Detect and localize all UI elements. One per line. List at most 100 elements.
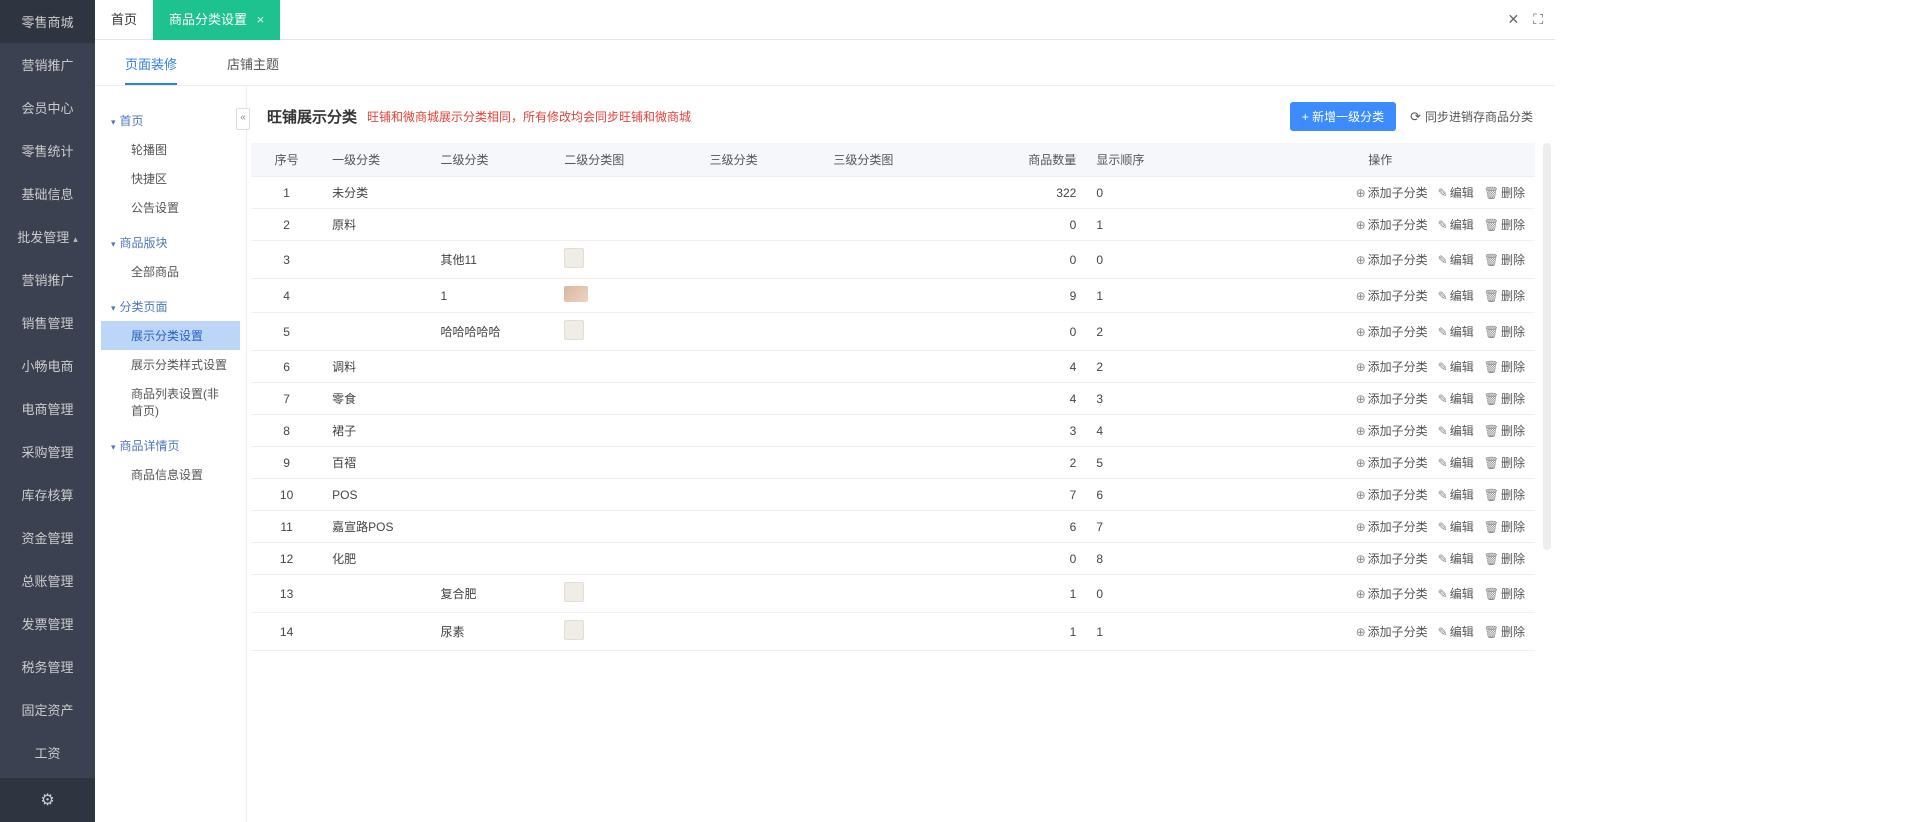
edit-link[interactable]: ✎编辑 — [1438, 186, 1474, 200]
edit-link[interactable]: ✎编辑 — [1438, 587, 1474, 601]
nav-item[interactable]: 零售统计 — [0, 129, 95, 172]
add-child-link[interactable]: ⊕添加子分类 — [1356, 218, 1428, 232]
add-child-link[interactable]: ⊕添加子分类 — [1356, 424, 1428, 438]
nav-item[interactable]: 工资 — [0, 731, 95, 774]
edit-link[interactable]: ✎编辑 — [1438, 552, 1474, 566]
add-child-link[interactable]: ⊕添加子分类 — [1356, 488, 1428, 502]
add-child-link[interactable]: ⊕添加子分类 — [1356, 625, 1428, 639]
delete-link[interactable]: 🗑删除 — [1484, 552, 1525, 566]
add-child-link[interactable]: ⊕添加子分类 — [1356, 325, 1428, 339]
nav-item[interactable]: 库存核算 — [0, 473, 95, 516]
cell-qty: 0 — [963, 313, 1087, 351]
add-child-link[interactable]: ⊕添加子分类 — [1356, 253, 1428, 267]
edit-link[interactable]: ✎编辑 — [1438, 456, 1474, 470]
add-child-link[interactable]: ⊕添加子分类 — [1356, 552, 1428, 566]
add-child-link[interactable]: ⊕添加子分类 — [1356, 392, 1428, 406]
delete-link[interactable]: 🗑删除 — [1484, 289, 1525, 303]
nav-item[interactable]: 会员中心 — [0, 86, 95, 129]
delete-link[interactable]: 🗑删除 — [1484, 325, 1525, 339]
edit-link[interactable]: ✎编辑 — [1438, 625, 1474, 639]
delete-link[interactable]: 🗑删除 — [1484, 625, 1525, 639]
nav-item[interactable]: 固定资产 — [0, 688, 95, 731]
edit-link[interactable]: ✎编辑 — [1438, 392, 1474, 406]
edit-link[interactable]: ✎编辑 — [1438, 218, 1474, 232]
cell-l3 — [700, 479, 824, 511]
edit-icon: ✎ — [1438, 360, 1448, 374]
add-child-link[interactable]: ⊕添加子分类 — [1356, 289, 1428, 303]
nav-item[interactable]: 营销推广 — [0, 258, 95, 301]
plus-circle-icon: ⊕ — [1356, 625, 1366, 639]
tree-child[interactable]: 全部商品 — [101, 257, 240, 286]
tree-child-display-category[interactable]: 展示分类设置 — [101, 321, 240, 350]
tree-parent-category-page[interactable]: 分类页面 — [101, 292, 240, 321]
nav-item[interactable]: 小畅电商 — [0, 344, 95, 387]
nav-item[interactable]: 发票管理 — [0, 602, 95, 645]
sync-inventory-link[interactable]: ⟳ 同步进销存商品分类 — [1410, 108, 1533, 125]
edit-link[interactable]: ✎编辑 — [1438, 424, 1474, 438]
cell-qty: 1 — [963, 575, 1087, 613]
add-child-link[interactable]: ⊕添加子分类 — [1356, 360, 1428, 374]
edit-icon: ✎ — [1438, 587, 1448, 601]
cell-seq: 7 — [251, 383, 322, 415]
cell-order: 1 — [1086, 209, 1225, 241]
edit-link[interactable]: ✎编辑 — [1438, 360, 1474, 374]
fullscreen-icon[interactable]: ⛶ — [1533, 11, 1543, 28]
nav-item[interactable]: 基础信息 — [0, 172, 95, 215]
close-icon[interactable]: × — [257, 12, 265, 27]
nav-item[interactable]: 采购管理 — [0, 430, 95, 473]
nav-item[interactable]: 销售管理 — [0, 301, 95, 344]
delete-link[interactable]: 🗑删除 — [1484, 424, 1525, 438]
add-child-link[interactable]: ⊕添加子分类 — [1356, 587, 1428, 601]
edit-link[interactable]: ✎编辑 — [1438, 253, 1474, 267]
sub-tab-decorate[interactable]: 页面装修 — [125, 46, 177, 85]
delete-link[interactable]: 🗑删除 — [1484, 186, 1525, 200]
edit-link[interactable]: ✎编辑 — [1438, 325, 1474, 339]
delete-link[interactable]: 🗑删除 — [1484, 456, 1525, 470]
add-child-link[interactable]: ⊕添加子分类 — [1356, 186, 1428, 200]
delete-link[interactable]: 🗑删除 — [1484, 488, 1525, 502]
trash-icon: 🗑 — [1484, 360, 1499, 374]
add-top-category-button[interactable]: 新增一级分类 — [1290, 102, 1396, 131]
nav-item[interactable]: 零售商城 — [0, 0, 95, 43]
nav-item[interactable]: 营销推广 — [0, 43, 95, 86]
tree-child[interactable]: 商品列表设置(非首页) — [101, 379, 240, 425]
tree-parent-product-block[interactable]: 商品版块 — [101, 228, 240, 257]
collapse-handle-icon[interactable]: « — [236, 108, 250, 130]
close-all-icon[interactable]: ✕ — [1507, 11, 1519, 28]
delete-link[interactable]: 🗑删除 — [1484, 360, 1525, 374]
nav-item[interactable]: 电商管理 — [0, 387, 95, 430]
tree-child[interactable]: 轮播图 — [101, 135, 240, 164]
tree-child[interactable]: 商品信息设置 — [101, 460, 240, 489]
cell-l2 — [430, 383, 554, 415]
cell-l3 — [700, 543, 824, 575]
nav-item[interactable]: 批发管理 — [0, 215, 95, 258]
nav-item[interactable]: 总账管理 — [0, 559, 95, 602]
delete-link[interactable]: 🗑删除 — [1484, 218, 1525, 232]
cell-actions: ⊕添加子分类 ✎编辑 🗑删除 — [1226, 511, 1535, 543]
delete-link[interactable]: 🗑删除 — [1484, 253, 1525, 267]
table-row: 10POS76⊕添加子分类✎编辑🗑删除 — [251, 479, 1535, 511]
tab-category-settings[interactable]: 商品分类设置 × — [153, 0, 280, 40]
edit-link[interactable]: ✎编辑 — [1438, 520, 1474, 534]
tree-parent-home[interactable]: 首页 — [101, 106, 240, 135]
tree-child[interactable]: 快捷区 — [101, 164, 240, 193]
cell-qty: 0 — [963, 209, 1087, 241]
delete-link[interactable]: 🗑删除 — [1484, 520, 1525, 534]
edit-link[interactable]: ✎编辑 — [1438, 289, 1474, 303]
delete-link[interactable]: 🗑删除 — [1484, 587, 1525, 601]
tab-home[interactable]: 首页 — [95, 0, 153, 40]
settings-gear-icon[interactable]: ⚙ — [0, 778, 95, 822]
cell-l1: 嘉宣路POS — [322, 511, 430, 543]
delete-link[interactable]: 🗑删除 — [1484, 392, 1525, 406]
tree-child[interactable]: 展示分类样式设置 — [101, 350, 240, 379]
nav-item[interactable]: 税务管理 — [0, 645, 95, 688]
scrollbar[interactable] — [1543, 143, 1551, 550]
cell-seq: 8 — [251, 415, 322, 447]
tree-child[interactable]: 公告设置 — [101, 193, 240, 222]
edit-link[interactable]: ✎编辑 — [1438, 488, 1474, 502]
add-child-link[interactable]: ⊕添加子分类 — [1356, 520, 1428, 534]
add-child-link[interactable]: ⊕添加子分类 — [1356, 456, 1428, 470]
sub-tab-theme[interactable]: 店铺主题 — [227, 46, 279, 85]
nav-item[interactable]: 资金管理 — [0, 516, 95, 559]
tree-parent-detail-page[interactable]: 商品详情页 — [101, 431, 240, 460]
